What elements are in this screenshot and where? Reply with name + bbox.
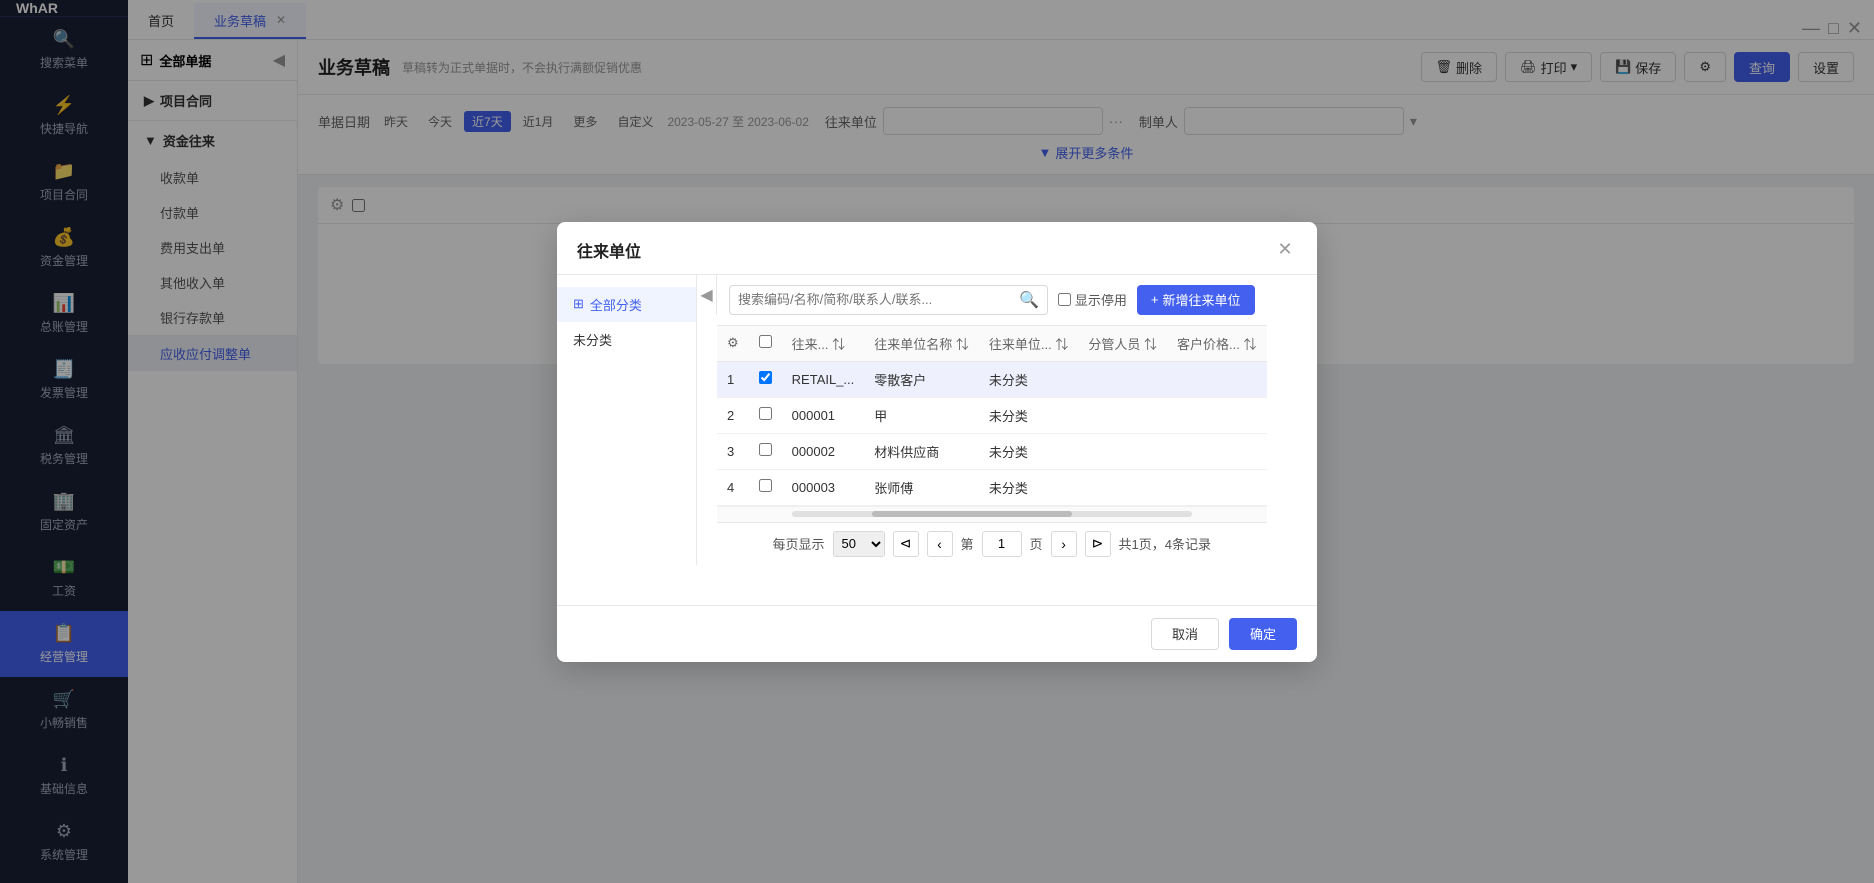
category-sidebar: ⊞ 全部分类 未分类 xyxy=(557,275,697,565)
last-page-btn[interactable]: ⊳ xyxy=(1085,531,1111,557)
row-select-checkbox[interactable] xyxy=(759,407,772,420)
confirm-button[interactable]: 确定 xyxy=(1229,618,1297,650)
page-label: 第 xyxy=(961,534,974,553)
modal-counterparty: 往来单位 ✕ ⊞ 全部分类 未分类 ◀ xyxy=(557,222,1317,662)
grid-cat-icon: ⊞ xyxy=(573,296,584,312)
modal-footer: 取消 确定 xyxy=(557,605,1317,662)
col-settings: ⚙ xyxy=(717,326,749,362)
next-page-btn[interactable]: › xyxy=(1051,531,1077,557)
search-input[interactable] xyxy=(738,292,1015,307)
table-row[interactable]: 4 000003 张师傅 未分类 xyxy=(717,469,1267,505)
row-category: 未分类 xyxy=(979,361,1078,397)
add-btn-label: 新增往来单位 xyxy=(1162,290,1240,309)
cancel-button[interactable]: 取消 xyxy=(1151,618,1219,650)
row-category: 未分类 xyxy=(979,397,1078,433)
row-select-checkbox[interactable] xyxy=(759,371,772,384)
modal-overlay[interactable]: 往来单位 ✕ ⊞ 全部分类 未分类 ◀ xyxy=(0,0,1874,883)
row-price-level xyxy=(1167,397,1266,433)
sort-icon-name: ⇅ xyxy=(956,337,969,352)
show-disabled-checkbox-label[interactable]: 显示停用 xyxy=(1058,290,1127,309)
col-checkbox xyxy=(749,326,782,362)
col-manager[interactable]: 分管人员 ⇅ xyxy=(1078,326,1167,362)
select-all-modal-checkbox[interactable] xyxy=(759,335,772,348)
sort-icon-cat: ⇅ xyxy=(1055,337,1068,352)
modal-pagination: 每页显示 50 20 100 ⊲ ‹ 第 页 › ⊳ 共1页，4条记录 xyxy=(717,522,1267,565)
row-manager xyxy=(1078,361,1167,397)
row-checkbox[interactable] xyxy=(749,469,782,505)
sort-icon-mgr: ⇅ xyxy=(1144,337,1157,352)
row-code: 000002 xyxy=(782,433,865,469)
modal-table-scroll[interactable]: ⚙ 往来... ⇅ 往来单位名称 ⇅ 往来单位... ⇅ 分管人员 ⇅ 客户价格… xyxy=(717,326,1267,506)
first-page-btn[interactable]: ⊲ xyxy=(893,531,919,557)
row-category: 未分类 xyxy=(979,433,1078,469)
search-box: 🔍 xyxy=(729,285,1048,315)
category-collapse-btn[interactable]: ◀ xyxy=(697,275,717,315)
col-code[interactable]: 往来... ⇅ xyxy=(782,326,865,362)
page-input[interactable] xyxy=(982,531,1022,557)
table-row[interactable]: 2 000001 甲 未分类 xyxy=(717,397,1267,433)
row-code: 000003 xyxy=(782,469,865,505)
table-row[interactable]: 1 RETAIL_... 零散客户 未分类 xyxy=(717,361,1267,397)
col-category[interactable]: 往来单位... ⇅ xyxy=(979,326,1078,362)
row-manager xyxy=(1078,469,1167,505)
modal-toolbar: 🔍 显示停用 + 新增往来单位 xyxy=(717,275,1267,326)
sort-icon-price: ⇅ xyxy=(1243,337,1256,352)
row-manager xyxy=(1078,433,1167,469)
row-checkbox[interactable] xyxy=(749,433,782,469)
cat-item-all[interactable]: ⊞ 全部分类 xyxy=(557,287,696,322)
row-code: 000001 xyxy=(782,397,865,433)
row-select-checkbox[interactable] xyxy=(759,443,772,456)
total-records: 共1页，4条记录 xyxy=(1119,534,1211,553)
col-price-level[interactable]: 客户价格... ⇅ xyxy=(1167,326,1266,362)
row-name: 零散客户 xyxy=(864,361,979,397)
row-manager xyxy=(1078,397,1167,433)
per-page-select[interactable]: 50 20 100 xyxy=(833,531,885,557)
cat-all-label: 全部分类 xyxy=(590,295,642,314)
cat-uncategorized-label: 未分类 xyxy=(573,330,612,349)
modal-body: ⊞ 全部分类 未分类 ◀ 🔍 xyxy=(557,275,1317,605)
row-no: 4 xyxy=(717,469,749,505)
modal-data-table: ⚙ 往来... ⇅ 往来单位名称 ⇅ 往来单位... ⇅ 分管人员 ⇅ 客户价格… xyxy=(717,326,1267,506)
modal-header: 往来单位 ✕ xyxy=(557,222,1317,275)
search-icon: 🔍 xyxy=(1019,290,1039,310)
plus-icon: + xyxy=(1151,292,1159,307)
modal-main: 🔍 显示停用 + 新增往来单位 xyxy=(717,275,1267,565)
row-no: 3 xyxy=(717,433,749,469)
row-price-level xyxy=(1167,433,1266,469)
show-disabled-label: 显示停用 xyxy=(1075,290,1127,309)
row-name: 张师傅 xyxy=(864,469,979,505)
per-page-label: 每页显示 xyxy=(772,534,824,553)
col-name[interactable]: 往来单位名称 ⇅ xyxy=(864,326,979,362)
table-row[interactable]: 3 000002 材料供应商 未分类 xyxy=(717,433,1267,469)
modal-close-button[interactable]: ✕ xyxy=(1273,238,1297,262)
row-checkbox[interactable] xyxy=(749,361,782,397)
add-counterparty-button[interactable]: + 新增往来单位 xyxy=(1137,285,1255,315)
row-checkbox[interactable] xyxy=(749,397,782,433)
prev-page-btn[interactable]: ‹ xyxy=(927,531,953,557)
row-price-level xyxy=(1167,469,1266,505)
row-category: 未分类 xyxy=(979,469,1078,505)
sort-icon: ⇅ xyxy=(832,337,845,352)
row-no: 1 xyxy=(717,361,749,397)
row-no: 2 xyxy=(717,397,749,433)
cat-item-uncategorized[interactable]: 未分类 xyxy=(557,322,696,357)
row-select-checkbox[interactable] xyxy=(759,479,772,492)
row-name: 甲 xyxy=(864,397,979,433)
page-suffix: 页 xyxy=(1030,534,1043,553)
modal-title: 往来单位 xyxy=(577,238,641,262)
show-disabled-checkbox[interactable] xyxy=(1058,293,1071,306)
row-code: RETAIL_... xyxy=(782,361,865,397)
row-price-level xyxy=(1167,361,1266,397)
row-name: 材料供应商 xyxy=(864,433,979,469)
